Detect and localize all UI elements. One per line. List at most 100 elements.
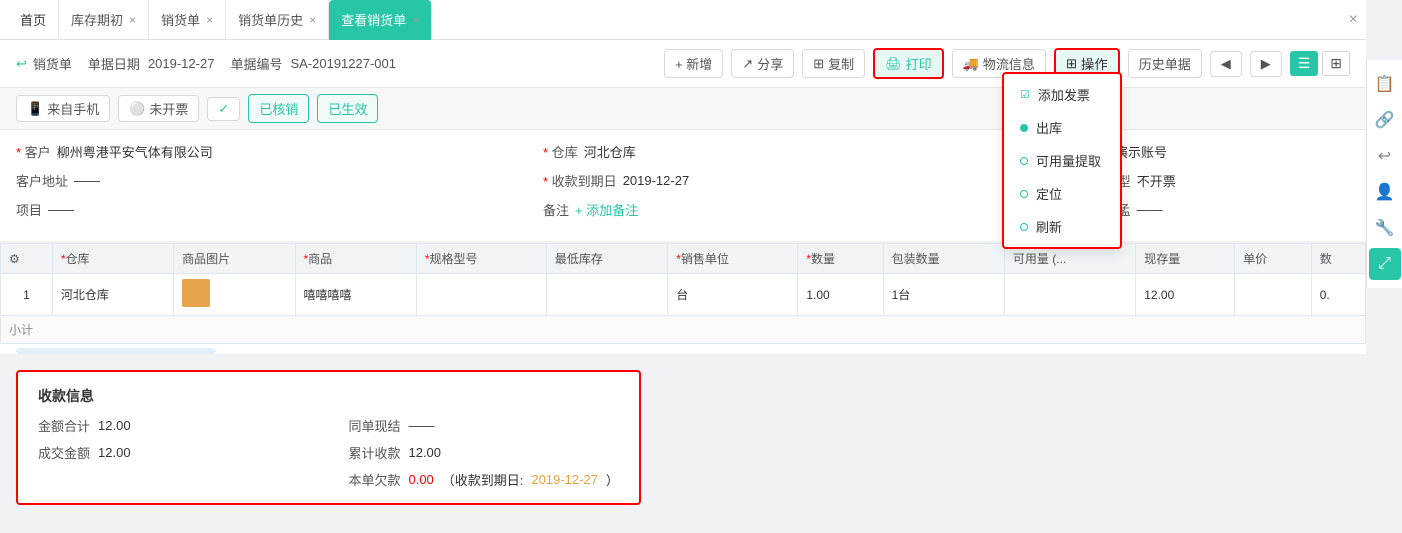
- prev-button[interactable]: ◀: [1210, 51, 1242, 77]
- dropdown-add-invoice[interactable]: ☑ 添加发票: [1004, 78, 1120, 111]
- sidebar-icon-expand[interactable]: ⤢: [1369, 248, 1401, 280]
- view-grid-button[interactable]: ⊞: [1322, 51, 1350, 76]
- transaction-value: 12.00: [98, 445, 131, 460]
- confirm-button[interactable]: ✓: [207, 97, 240, 121]
- subtotal-label: 小计: [1, 316, 1366, 344]
- logistics-icon: 🚚: [963, 56, 979, 72]
- col-gear[interactable]: ⚙: [1, 244, 53, 274]
- amount-total-label: 金额合计: [38, 416, 90, 435]
- summary-box: 收款信息 金额合计 12.00 同单现结 —— 成交金额 12.00 累计收款 …: [16, 370, 641, 505]
- check-icon: ☑: [1020, 88, 1030, 101]
- view-toggle: ☰ ⊞: [1290, 51, 1350, 76]
- tab-close-history[interactable]: ×: [309, 13, 316, 27]
- col-product: *商品: [295, 244, 416, 274]
- tab-close-view[interactable]: ×: [412, 13, 419, 27]
- same-order-row: 同单现结 ——: [348, 416, 618, 435]
- from-phone-button[interactable]: 📱 来自手机: [16, 95, 110, 122]
- dropdown-refresh[interactable]: 刷新: [1004, 210, 1120, 243]
- tab-home[interactable]: 首页: [8, 0, 59, 40]
- phone-icon: 📱: [27, 101, 43, 117]
- dot-outline-icon-1: [1020, 157, 1028, 165]
- next-button[interactable]: ▶: [1250, 51, 1282, 77]
- row-image: [174, 274, 295, 316]
- project-field: 项目 ——: [16, 200, 296, 219]
- summary-section: 收款信息 金额合计 12.00 同单现结 —— 成交金额 12.00 累计收款 …: [0, 358, 1366, 517]
- sidebar-icon-doc[interactable]: 📋: [1369, 68, 1401, 100]
- cumulative-row: 累计收款 12.00: [348, 443, 618, 462]
- row-num: 1: [1, 274, 53, 316]
- warehouse-field: 仓库 河北仓库: [543, 142, 823, 161]
- doc-type-icon: ↩: [16, 56, 27, 72]
- sidebar-icon-settings[interactable]: 🔧: [1369, 212, 1401, 244]
- dropdown-menu: ☑ 添加发票 出库 可用量提取 定位 刷新: [1002, 72, 1122, 249]
- col-stock: 现存量: [1136, 244, 1235, 274]
- print-button[interactable]: 🖨 打印: [873, 48, 944, 79]
- tab-bar: 首页 库存期初 × 销货单 × 销货单历史 × 查看销货单 × ×: [0, 0, 1366, 40]
- data-table: ⚙ *仓库 商品图片 *商品 *规格型号 最低库存 *销售单位 *数量 包装数量…: [0, 243, 1366, 344]
- sidebar-icon-user[interactable]: 👤: [1369, 176, 1401, 208]
- payment-date-value: 2019-12-27: [623, 173, 690, 188]
- salesperson-value: ——: [1137, 202, 1163, 217]
- scroll-hint[interactable]: [16, 348, 216, 354]
- tab-inventory-init[interactable]: 库存期初 ×: [59, 0, 149, 40]
- row-spec: [416, 274, 546, 316]
- table-area: ⚙ *仓库 商品图片 *商品 *规格型号 最低库存 *销售单位 *数量 包装数量…: [0, 243, 1366, 354]
- toolbar: 📱 来自手机 ⚪ 未开票 ✓ 已核销 已生效: [0, 88, 1366, 130]
- tab-sales-order[interactable]: 销货单 ×: [149, 0, 226, 40]
- tab-close-sales[interactable]: ×: [206, 13, 213, 27]
- dot-outline-icon-2: [1020, 190, 1028, 198]
- dropdown-available-extract[interactable]: 可用量提取: [1004, 144, 1120, 177]
- already-effective-button[interactable]: 已生效: [317, 94, 378, 123]
- share-icon: ↗: [742, 56, 753, 72]
- tab-view-sales[interactable]: 查看销货单 ×: [329, 0, 432, 40]
- row-available: [1004, 274, 1135, 316]
- tab-close-inventory[interactable]: ×: [129, 13, 136, 27]
- dropdown-locate[interactable]: 定位: [1004, 177, 1120, 210]
- dropdown-out-warehouse[interactable]: 出库: [1004, 111, 1120, 144]
- share-button[interactable]: ↗ 分享: [731, 49, 794, 78]
- window-close-icon[interactable]: ×: [1349, 11, 1358, 29]
- col-unit-price: 单价: [1235, 244, 1312, 274]
- sidebar-icon-back[interactable]: ↩: [1369, 140, 1401, 172]
- doc-header: ↩ 销货单 单据日期 2019-12-27 单据编号 SA-20191227-0…: [0, 40, 1366, 88]
- project-value: ——: [48, 202, 74, 217]
- summary-title: 收款信息: [38, 386, 619, 406]
- row-unit-price: [1235, 274, 1312, 316]
- view-list-button[interactable]: ☰: [1290, 51, 1319, 76]
- sidebar-icon-link[interactable]: 🔗: [1369, 104, 1401, 136]
- subtotal-row: 小计: [1, 316, 1366, 344]
- address-label: 客户地址: [16, 171, 68, 190]
- customer-value: 柳州粤港平安气体有限公司: [57, 142, 213, 161]
- due-label: 本单欠款: [348, 470, 400, 489]
- due-note: （收款到期日:: [442, 470, 524, 489]
- col-warehouse: *仓库: [52, 244, 173, 274]
- tab-sales-history[interactable]: 销货单历史 ×: [226, 0, 329, 40]
- history-button[interactable]: 历史单据: [1128, 49, 1202, 78]
- amount-total-row: 金额合计 12.00: [38, 416, 308, 435]
- same-order-value: ——: [408, 418, 434, 433]
- already-cancelled-button[interactable]: 已核销: [248, 94, 309, 123]
- not-open-ticket-button[interactable]: ⚪ 未开票: [118, 95, 199, 122]
- operation-icon: ⊞: [1066, 56, 1077, 72]
- warehouse-label: 仓库: [543, 142, 578, 161]
- copy-button[interactable]: ⊞ 复制: [802, 49, 865, 78]
- table-row: 1 河北仓库 嘻嘻嘻嘻 台 1.00 1台 12.00 0.: [1, 274, 1366, 316]
- row-quantity: 1.00: [798, 274, 883, 316]
- warehouse-value: 河北仓库: [584, 142, 636, 161]
- row-unit: 台: [668, 274, 798, 316]
- col-min-stock: 最低库存: [546, 244, 667, 274]
- col-quantity: *数量: [798, 244, 883, 274]
- remark-add-button[interactable]: + 添加备注: [575, 200, 638, 219]
- project-label: 项目: [16, 200, 42, 219]
- transaction-label: 成交金额: [38, 443, 90, 462]
- staff-value: 演示账号: [1115, 142, 1167, 161]
- copy-icon: ⊞: [813, 56, 824, 72]
- row-pack-qty: 1台: [883, 274, 1004, 316]
- doc-date: 单据日期 2019-12-27: [88, 54, 215, 73]
- doc-meta: 单据日期 2019-12-27 单据编号 SA-20191227-001: [88, 54, 396, 73]
- new-button[interactable]: + 新增: [664, 49, 723, 78]
- print-icon: 🖨: [885, 56, 902, 72]
- form-area: 客户 柳州粤港平安气体有限公司 仓库 河北仓库 业务员 演示账号 客户地址 ——…: [0, 130, 1366, 241]
- due-date: 2019-12-27: [531, 472, 598, 487]
- customer-field: 客户 柳州粤港平安气体有限公司: [16, 142, 296, 161]
